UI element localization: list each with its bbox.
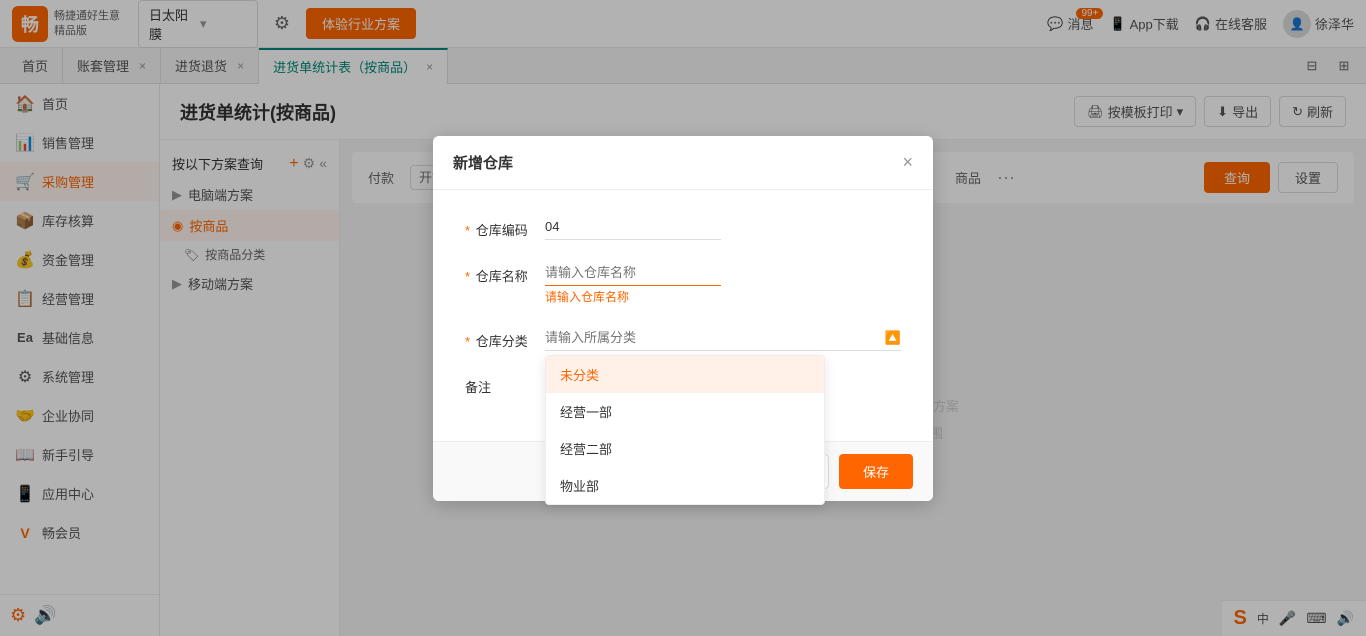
code-input[interactable] <box>545 214 721 240</box>
code-label: * 仓库编码 <box>465 214 545 239</box>
name-label: * 仓库名称 <box>465 260 545 285</box>
category-field-wrap: 🔼 未分类 经营一部 经营二部 物业部 <box>545 325 901 351</box>
category-input[interactable] <box>545 325 901 351</box>
name-field-wrap: 请输入仓库名称 <box>545 260 721 305</box>
dropdown-item-unclassified[interactable]: 未分类 <box>546 356 824 393</box>
category-label: * 仓库分类 <box>465 325 545 350</box>
dropdown-item-dept2[interactable]: 经营二部 <box>546 430 824 467</box>
modal-new-warehouse: 新增仓库 × * 仓库编码 * 仓库名称 <box>433 136 933 501</box>
form-row-category: * 仓库分类 🔼 未分类 经营一部 经营二部 物业部 <box>465 325 901 351</box>
form-row-code: * 仓库编码 <box>465 214 901 240</box>
modal-body: * 仓库编码 * 仓库名称 请输入仓库名称 <box>433 190 933 441</box>
name-input[interactable] <box>545 260 721 286</box>
dropdown-item-dept1[interactable]: 经营一部 <box>546 393 824 430</box>
modal-overlay: 新增仓库 × * 仓库编码 * 仓库名称 <box>0 0 1366 636</box>
category-dropdown-list: 未分类 经营一部 经营二部 物业部 <box>545 355 825 505</box>
save-button[interactable]: 保存 <box>839 454 913 489</box>
name-error-msg: 请输入仓库名称 <box>545 288 721 305</box>
category-dropdown-arrow[interactable]: 🔼 <box>885 330 901 346</box>
modal-close-button[interactable]: × <box>902 152 913 173</box>
dropdown-item-property[interactable]: 物业部 <box>546 467 824 504</box>
form-row-name: * 仓库名称 请输入仓库名称 <box>465 260 901 305</box>
modal-header: 新增仓库 × <box>433 136 933 190</box>
note-label: 备注 <box>465 371 545 396</box>
modal-title: 新增仓库 <box>453 152 513 173</box>
category-dropdown: 🔼 未分类 经营一部 经营二部 物业部 <box>545 325 901 351</box>
code-field-wrap <box>545 214 901 240</box>
